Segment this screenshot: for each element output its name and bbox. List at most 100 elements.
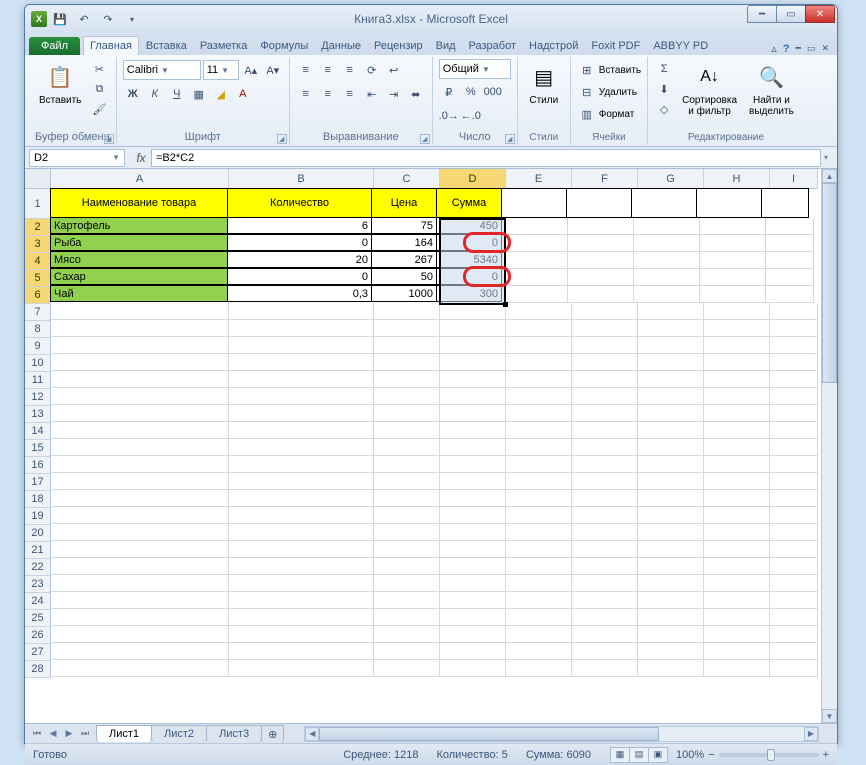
cell[interactable] bbox=[440, 337, 506, 354]
cell[interactable] bbox=[638, 456, 704, 473]
cell[interactable] bbox=[634, 235, 700, 252]
cell[interactable] bbox=[572, 337, 638, 354]
wrap-text-button[interactable]: ↩ bbox=[384, 60, 404, 80]
row-header-1[interactable]: 1 bbox=[25, 189, 51, 219]
cell[interactable] bbox=[374, 558, 440, 575]
cell[interactable] bbox=[568, 252, 634, 269]
sheet-nav-next[interactable]: ▶ bbox=[61, 728, 77, 739]
clear-button[interactable]: ◇ bbox=[654, 99, 674, 119]
column-header-B[interactable]: B bbox=[229, 169, 374, 189]
row-header-4[interactable]: 4 bbox=[25, 253, 51, 270]
cell[interactable] bbox=[696, 188, 762, 218]
row-header-19[interactable]: 19 bbox=[25, 508, 51, 525]
copy-button[interactable]: ⧉ bbox=[89, 79, 109, 99]
name-box[interactable]: D2▼ bbox=[29, 149, 125, 167]
cell[interactable] bbox=[440, 320, 506, 337]
cell[interactable] bbox=[572, 558, 638, 575]
zoom-out-button[interactable]: − bbox=[708, 749, 714, 761]
row-header-7[interactable]: 7 bbox=[25, 304, 51, 321]
column-header-A[interactable]: A bbox=[51, 169, 229, 189]
cell[interactable] bbox=[770, 354, 818, 371]
cell[interactable] bbox=[634, 252, 700, 269]
row-header-11[interactable]: 11 bbox=[25, 372, 51, 389]
cell[interactable]: Мясо bbox=[50, 251, 228, 268]
cell[interactable] bbox=[51, 303, 229, 320]
font-dialog-launcher[interactable]: ◢ bbox=[277, 134, 287, 144]
cell[interactable] bbox=[704, 337, 770, 354]
cell[interactable] bbox=[506, 575, 572, 592]
cell[interactable] bbox=[374, 422, 440, 439]
cell[interactable] bbox=[704, 439, 770, 456]
cell[interactable] bbox=[704, 473, 770, 490]
cell[interactable] bbox=[638, 558, 704, 575]
cell[interactable] bbox=[506, 371, 572, 388]
cell[interactable] bbox=[229, 558, 374, 575]
border-button[interactable]: ▦ bbox=[189, 84, 209, 104]
cell[interactable] bbox=[638, 388, 704, 405]
cell[interactable]: 20 bbox=[227, 251, 372, 268]
cell[interactable] bbox=[506, 524, 572, 541]
cell[interactable] bbox=[770, 575, 818, 592]
horizontal-scrollbar[interactable]: ◀ ▶ bbox=[304, 726, 819, 742]
cell[interactable] bbox=[506, 660, 572, 677]
sheet-nav-first[interactable]: ⏮ bbox=[29, 728, 45, 739]
cell[interactable]: Чай bbox=[50, 285, 228, 302]
cell[interactable] bbox=[229, 643, 374, 660]
cell[interactable] bbox=[572, 643, 638, 660]
decrease-font-button[interactable]: A▾ bbox=[263, 60, 283, 80]
sheet-nav-prev[interactable]: ◀ bbox=[45, 728, 61, 739]
cell[interactable] bbox=[566, 188, 632, 218]
format-painter-button[interactable]: 🖌 bbox=[89, 99, 109, 119]
row-header-27[interactable]: 27 bbox=[25, 644, 51, 661]
find-select-button[interactable]: 🔍 Найти и выделить bbox=[745, 59, 798, 119]
cell[interactable] bbox=[638, 660, 704, 677]
cell[interactable] bbox=[568, 286, 634, 303]
cell[interactable] bbox=[704, 388, 770, 405]
cell[interactable] bbox=[229, 371, 374, 388]
hscroll-thumb[interactable] bbox=[319, 727, 659, 741]
cell[interactable] bbox=[634, 218, 700, 235]
insert-cells-button[interactable]: ⊞ bbox=[577, 60, 597, 80]
cell[interactable]: Сахар bbox=[50, 268, 228, 285]
column-header-I[interactable]: I bbox=[770, 169, 818, 189]
help-button[interactable]: ? bbox=[783, 43, 790, 55]
align-bottom-button[interactable]: ≡ bbox=[340, 60, 360, 80]
cell[interactable] bbox=[506, 643, 572, 660]
select-all-corner[interactable] bbox=[25, 169, 51, 189]
new-sheet-button[interactable]: ⊕ bbox=[261, 725, 284, 743]
cells-area[interactable]: Наименование товараКоличествоЦенаСуммаКа… bbox=[51, 189, 818, 677]
cell[interactable] bbox=[506, 320, 572, 337]
styles-button[interactable]: ▤ Стили bbox=[524, 59, 564, 108]
cell[interactable] bbox=[704, 626, 770, 643]
cell[interactable] bbox=[572, 609, 638, 626]
autosum-button[interactable]: Σ bbox=[654, 59, 674, 79]
cell[interactable] bbox=[440, 473, 506, 490]
tab-foxit[interactable]: Foxit PDF bbox=[585, 37, 646, 55]
column-header-G[interactable]: G bbox=[638, 169, 704, 189]
cell[interactable] bbox=[506, 592, 572, 609]
vertical-scrollbar[interactable]: ▲ ▼ bbox=[821, 169, 837, 723]
cell[interactable] bbox=[229, 337, 374, 354]
cell[interactable]: 0,3 bbox=[227, 285, 372, 302]
cell[interactable] bbox=[506, 303, 572, 320]
cell[interactable] bbox=[374, 507, 440, 524]
cell[interactable] bbox=[440, 609, 506, 626]
merge-button[interactable]: ⬌ bbox=[406, 84, 426, 104]
cell[interactable] bbox=[770, 388, 818, 405]
cell[interactable] bbox=[634, 269, 700, 286]
cell[interactable] bbox=[506, 541, 572, 558]
cell[interactable] bbox=[770, 643, 818, 660]
cell[interactable] bbox=[229, 660, 374, 677]
row-header-10[interactable]: 10 bbox=[25, 355, 51, 372]
cell[interactable] bbox=[770, 660, 818, 677]
cell[interactable] bbox=[572, 303, 638, 320]
cell[interactable] bbox=[51, 320, 229, 337]
cell[interactable] bbox=[374, 303, 440, 320]
cell[interactable] bbox=[704, 303, 770, 320]
cell[interactable] bbox=[502, 269, 568, 286]
close-button[interactable]: ✕ bbox=[805, 5, 835, 23]
cell[interactable] bbox=[374, 354, 440, 371]
scroll-down-button[interactable]: ▼ bbox=[822, 709, 837, 723]
cell[interactable] bbox=[638, 643, 704, 660]
cell[interactable] bbox=[229, 592, 374, 609]
